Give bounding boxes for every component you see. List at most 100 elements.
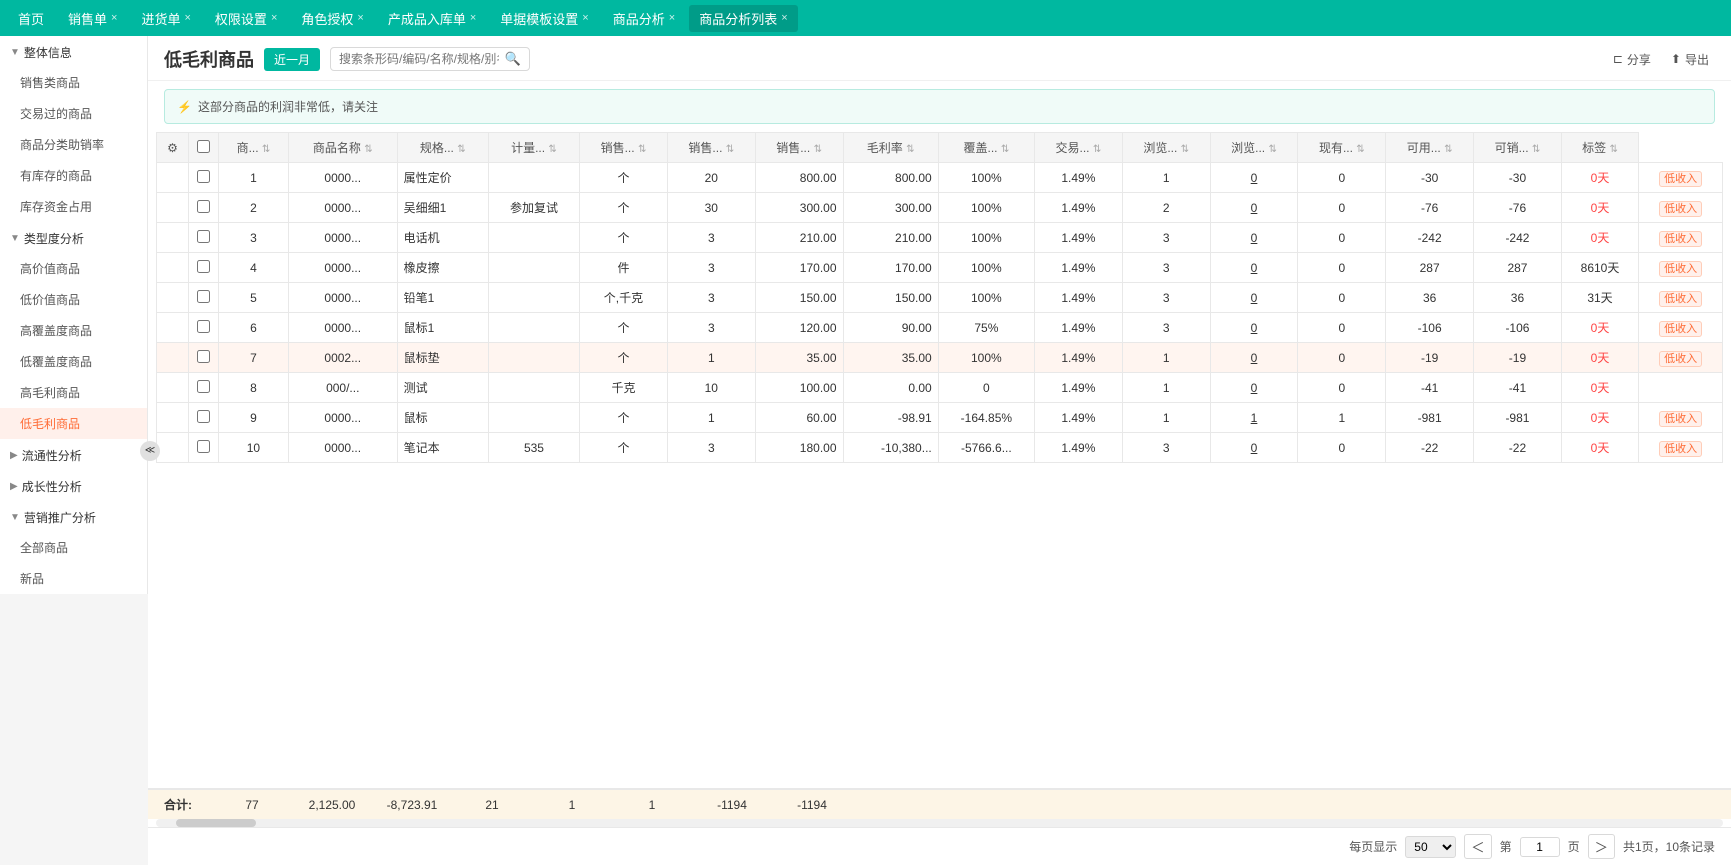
cell-views1[interactable]: 0	[1210, 253, 1298, 283]
sidebar-item-high-margin[interactable]: 高毛利商品	[0, 377, 147, 408]
cell-views1[interactable]: 0	[1210, 193, 1298, 223]
cell-check[interactable]	[189, 403, 219, 433]
sidebar-group-marketing[interactable]: ▼ 营销推广分析	[0, 501, 147, 532]
nav-close-product-entry[interactable]: ×	[470, 12, 476, 24]
nav-item-sales[interactable]: 销售单 ×	[58, 5, 127, 32]
cell-check[interactable]	[189, 163, 219, 193]
search-icon[interactable]: 🔍	[505, 51, 521, 67]
nav-item-product-entry[interactable]: 产成品入库单 ×	[378, 5, 486, 32]
nav-item-permissions[interactable]: 权限设置 ×	[205, 5, 287, 32]
cell-sellable: 0天	[1561, 373, 1638, 403]
sidebar-group-growth[interactable]: ▶ 成长性分析	[0, 470, 147, 501]
col-views1[interactable]: 浏览... ⇅	[1122, 133, 1210, 163]
col-tag[interactable]: 标签 ⇅	[1561, 133, 1638, 163]
sidebar-item-low-value[interactable]: 低价值商品	[0, 284, 147, 315]
cell-unit: 个	[580, 313, 668, 343]
cell-check[interactable]	[189, 253, 219, 283]
cell-check[interactable]	[189, 433, 219, 463]
col-views2[interactable]: 浏览... ⇅	[1210, 133, 1298, 163]
scrollbar-thumb[interactable]	[176, 819, 256, 827]
nav-close-roles[interactable]: ×	[357, 12, 363, 24]
nav-item-purchase[interactable]: 进货单 ×	[131, 5, 200, 32]
nav-item-home[interactable]: 首页	[8, 5, 54, 32]
col-sellable[interactable]: 可销... ⇅	[1474, 133, 1562, 163]
col-unit[interactable]: 计量... ⇅	[488, 133, 579, 163]
nav-close-permissions[interactable]: ×	[271, 12, 277, 24]
cell-views1[interactable]: 0	[1210, 313, 1298, 343]
col-name[interactable]: 商品名称 ⇅	[288, 133, 397, 163]
col-sales-price[interactable]: 销售... ⇅	[667, 133, 755, 163]
cell-sales-amount: -98.91	[843, 403, 938, 433]
share-button[interactable]: ⊏ 分享	[1607, 48, 1657, 71]
nav-item-template[interactable]: 单据模板设置 ×	[490, 5, 598, 32]
sidebar-item-traded-goods[interactable]: 交易过的商品	[0, 98, 147, 129]
nav-close-analysis-list[interactable]: ×	[781, 12, 787, 24]
sidebar-item-high-value[interactable]: 高价值商品	[0, 253, 147, 284]
cell-check[interactable]	[189, 313, 219, 343]
cell-available: -106	[1474, 313, 1562, 343]
cell-available: -19	[1474, 343, 1562, 373]
sidebar-item-in-stock[interactable]: 有库存的商品	[0, 160, 147, 191]
export-button[interactable]: ⬆ 导出	[1665, 48, 1715, 71]
cell-check[interactable]	[189, 193, 219, 223]
cell-gross-margin: 100%	[938, 163, 1034, 193]
col-spec[interactable]: 规格... ⇅	[397, 133, 488, 163]
col-coverage[interactable]: 覆盖... ⇅	[938, 133, 1034, 163]
col-check[interactable]	[189, 133, 219, 163]
nav-label-purchase: 进货单	[141, 9, 180, 28]
cell-views1[interactable]: 0	[1210, 373, 1298, 403]
cell-gross-margin: 100%	[938, 193, 1034, 223]
col-sales-amount[interactable]: 销售... ⇅	[755, 133, 843, 163]
col-sales-qty[interactable]: 销售... ⇅	[580, 133, 668, 163]
table-container[interactable]: ⚙ 商... ⇅ 商品名称 ⇅ 规格... ⇅ 计量... ⇅ 销售... ⇅ …	[148, 132, 1731, 788]
nav-item-analysis[interactable]: 商品分析 ×	[603, 5, 685, 32]
sidebar-item-all-goods[interactable]: 全部商品	[0, 532, 147, 563]
nav-close-sales[interactable]: ×	[111, 12, 117, 24]
period-button[interactable]: 近一月	[264, 48, 320, 71]
next-page-btn[interactable]: ＞	[1588, 834, 1615, 859]
sidebar-item-low-margin[interactable]: 低毛利商品	[0, 408, 147, 439]
per-page-select[interactable]: 50 100 200	[1405, 836, 1456, 858]
col-current-stock[interactable]: 现有... ⇅	[1298, 133, 1386, 163]
col-gross-margin[interactable]: 毛利率 ⇅	[843, 133, 938, 163]
cell-check[interactable]	[189, 223, 219, 253]
cell-check[interactable]	[189, 283, 219, 313]
horizontal-scrollbar[interactable]	[156, 819, 1723, 827]
cell-num: 3	[219, 223, 289, 253]
sidebar-collapse-btn[interactable]: ≪	[140, 441, 160, 461]
sidebar-item-low-coverage[interactable]: 低覆盖度商品	[0, 346, 147, 377]
col-available[interactable]: 可用... ⇅	[1386, 133, 1474, 163]
cell-views1[interactable]: 0	[1210, 223, 1298, 253]
cell-sales-amount: 170.00	[843, 253, 938, 283]
cell-views1[interactable]: 0	[1210, 343, 1298, 373]
sidebar-item-category-sales[interactable]: 商品分类助销率	[0, 129, 147, 160]
sidebar-group-flow[interactable]: ▶ 流通性分析	[0, 439, 147, 470]
sidebar-group-overview[interactable]: ▼ 整体信息	[0, 36, 147, 67]
cell-check[interactable]	[189, 373, 219, 403]
cell-views1[interactable]: 0	[1210, 163, 1298, 193]
sidebar-item-sales-goods[interactable]: 销售类商品	[0, 67, 147, 98]
col-code[interactable]: 商... ⇅	[219, 133, 289, 163]
cell-sales-price: 120.00	[755, 313, 843, 343]
select-all-checkbox[interactable]	[197, 140, 210, 153]
nav-close-purchase[interactable]: ×	[184, 12, 190, 24]
nav-item-analysis-list[interactable]: 商品分析列表 ×	[689, 5, 797, 32]
prev-page-btn[interactable]: ＜	[1464, 834, 1491, 859]
alert-message: 这部分商品的利润非常低，请关注	[198, 98, 378, 115]
sidebar-item-high-coverage[interactable]: 高覆盖度商品	[0, 315, 147, 346]
sidebar-item-new-goods[interactable]: 新品	[0, 563, 147, 594]
search-input[interactable]	[339, 52, 499, 66]
sidebar-item-capital[interactable]: 库存资金占用	[0, 191, 147, 222]
col-settings[interactable]: ⚙	[157, 133, 189, 163]
cell-views1[interactable]: 0	[1210, 433, 1298, 463]
col-transaction[interactable]: 交易... ⇅	[1034, 133, 1122, 163]
cell-views1[interactable]: 1	[1210, 403, 1298, 433]
cell-views1[interactable]: 0	[1210, 283, 1298, 313]
cell-available: -41	[1474, 373, 1562, 403]
nav-item-roles[interactable]: 角色授权 ×	[291, 5, 373, 32]
nav-close-template[interactable]: ×	[582, 12, 588, 24]
sidebar-group-type[interactable]: ▼ 类型度分析	[0, 222, 147, 253]
nav-close-analysis[interactable]: ×	[669, 12, 675, 24]
page-input[interactable]	[1520, 837, 1560, 857]
cell-check[interactable]	[189, 343, 219, 373]
